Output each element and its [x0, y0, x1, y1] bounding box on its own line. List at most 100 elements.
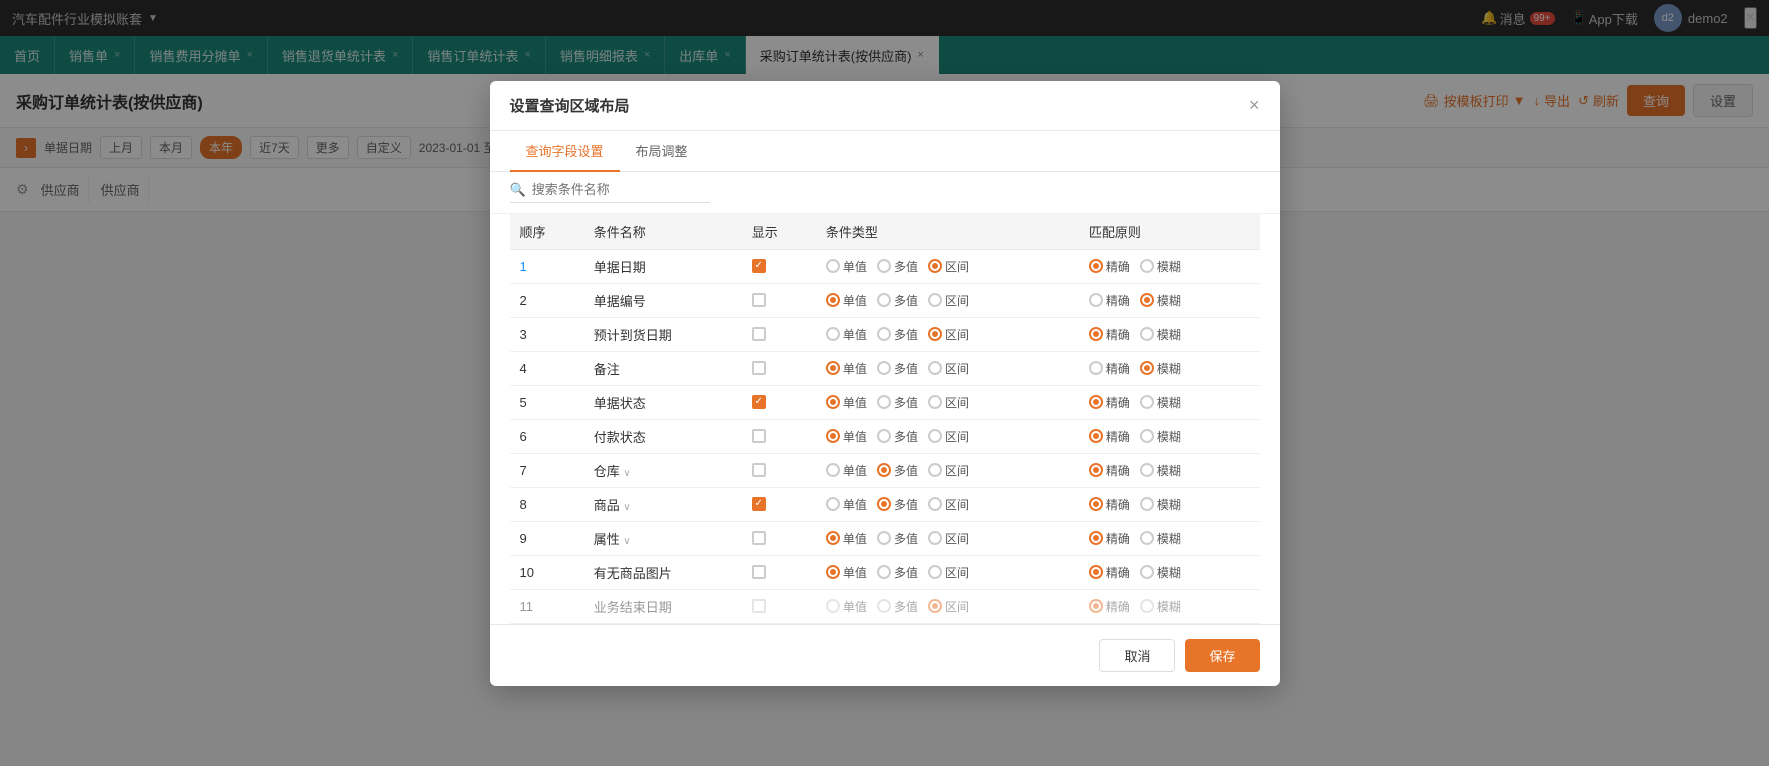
- match-radio-精确[interactable]: 精确: [1089, 360, 1130, 377]
- match-radio-精确[interactable]: 精确: [1089, 496, 1130, 513]
- row-match: 精确模糊: [1079, 521, 1260, 555]
- match-radio-精确[interactable]: 精确: [1089, 292, 1130, 309]
- display-checkbox[interactable]: [752, 259, 766, 273]
- th-display: 显示: [742, 214, 816, 250]
- type-radio-单值[interactable]: 单值: [826, 360, 867, 377]
- row-match: 精确模糊: [1079, 487, 1260, 521]
- type-radio-单值[interactable]: 单值: [826, 292, 867, 309]
- type-radio-多值[interactable]: 多值: [877, 598, 918, 615]
- type-radio-区间[interactable]: 区间: [928, 496, 969, 513]
- radio-circle: [877, 531, 891, 545]
- radio-circle: [1089, 531, 1103, 545]
- radio-circle: [1089, 361, 1103, 375]
- radio-circle: [1140, 497, 1154, 511]
- th-match: 匹配原则: [1079, 214, 1260, 250]
- match-radio-精确[interactable]: 精确: [1089, 564, 1130, 581]
- dialog-title: 设置查询区域布局: [510, 95, 630, 116]
- radio-circle: [1140, 361, 1154, 375]
- display-checkbox[interactable]: [752, 497, 766, 511]
- display-checkbox[interactable]: [752, 531, 766, 545]
- dropdown-arrow-icon: ∨: [623, 468, 630, 479]
- match-radio-模糊[interactable]: 模糊: [1140, 394, 1181, 411]
- type-radio-区间[interactable]: 区间: [928, 530, 969, 547]
- cancel-button[interactable]: 取消: [1099, 639, 1175, 672]
- type-radio-多值[interactable]: 多值: [877, 258, 918, 275]
- row-order: 11: [510, 589, 584, 623]
- table-header-row: 顺序 条件名称 显示 条件类型 匹配原则: [510, 214, 1260, 250]
- table-row: 8商品 ∨单值多值区间精确模糊: [510, 487, 1260, 521]
- match-radio-模糊[interactable]: 模糊: [1140, 530, 1181, 547]
- type-radio-单值[interactable]: 单值: [826, 394, 867, 411]
- type-radio-区间[interactable]: 区间: [928, 360, 969, 377]
- match-radio-模糊[interactable]: 模糊: [1140, 360, 1181, 377]
- match-radio-精确[interactable]: 精确: [1089, 530, 1130, 547]
- match-radio-精确[interactable]: 精确: [1089, 598, 1130, 615]
- match-radio-模糊[interactable]: 模糊: [1140, 462, 1181, 479]
- table-row: 4备注单值多值区间精确模糊: [510, 351, 1260, 385]
- type-radio-单值[interactable]: 单值: [826, 258, 867, 275]
- match-radio-模糊[interactable]: 模糊: [1140, 598, 1181, 615]
- match-radio-精确[interactable]: 精确: [1089, 326, 1130, 343]
- type-radio-多值[interactable]: 多值: [877, 496, 918, 513]
- match-radio-模糊[interactable]: 模糊: [1140, 564, 1181, 581]
- radio-circle: [826, 599, 840, 613]
- display-checkbox[interactable]: [752, 429, 766, 443]
- radio-circle: [1140, 327, 1154, 341]
- type-radio-单值[interactable]: 单值: [826, 598, 867, 615]
- type-radio-多值[interactable]: 多值: [877, 360, 918, 377]
- row-match: 精确模糊: [1079, 283, 1260, 317]
- radio-circle: [928, 259, 942, 273]
- display-checkbox[interactable]: [752, 463, 766, 477]
- type-radio-单值[interactable]: 单值: [826, 326, 867, 343]
- display-checkbox[interactable]: [752, 599, 766, 613]
- type-radio-区间[interactable]: 区间: [928, 326, 969, 343]
- display-checkbox[interactable]: [752, 293, 766, 307]
- type-radio-多值[interactable]: 多值: [877, 428, 918, 445]
- type-radio-区间[interactable]: 区间: [928, 462, 969, 479]
- radio-circle: [928, 531, 942, 545]
- type-radio-单值[interactable]: 单值: [826, 564, 867, 581]
- match-radio-模糊[interactable]: 模糊: [1140, 292, 1181, 309]
- type-radio-区间[interactable]: 区间: [928, 564, 969, 581]
- tab-layout-adjust[interactable]: 布局调整: [620, 131, 704, 172]
- match-radio-精确[interactable]: 精确: [1089, 428, 1130, 445]
- display-checkbox[interactable]: [752, 395, 766, 409]
- type-radio-区间[interactable]: 区间: [928, 258, 969, 275]
- radio-circle: [1089, 293, 1103, 307]
- radio-circle: [1089, 429, 1103, 443]
- type-radio-多值[interactable]: 多值: [877, 326, 918, 343]
- type-radio-单值[interactable]: 单值: [826, 428, 867, 445]
- row-display: [742, 351, 816, 385]
- display-checkbox[interactable]: [752, 327, 766, 341]
- type-radio-区间[interactable]: 区间: [928, 292, 969, 309]
- type-radio-单值[interactable]: 单值: [826, 496, 867, 513]
- match-radio-精确[interactable]: 精确: [1089, 394, 1130, 411]
- display-checkbox[interactable]: [752, 361, 766, 375]
- dialog-close-button[interactable]: ×: [1249, 96, 1260, 114]
- type-radio-多值[interactable]: 多值: [877, 564, 918, 581]
- match-radio-模糊[interactable]: 模糊: [1140, 258, 1181, 275]
- match-radio-模糊[interactable]: 模糊: [1140, 496, 1181, 513]
- type-radio-多值[interactable]: 多值: [877, 530, 918, 547]
- table-row: 9属性 ∨单值多值区间精确模糊: [510, 521, 1260, 555]
- row-match: 精确模糊: [1079, 385, 1260, 419]
- match-radio-精确[interactable]: 精确: [1089, 258, 1130, 275]
- display-checkbox[interactable]: [752, 565, 766, 579]
- type-radio-区间[interactable]: 区间: [928, 428, 969, 445]
- type-radio-多值[interactable]: 多值: [877, 462, 918, 479]
- type-radio-多值[interactable]: 多值: [877, 394, 918, 411]
- match-radio-模糊[interactable]: 模糊: [1140, 326, 1181, 343]
- type-radio-区间[interactable]: 区间: [928, 394, 969, 411]
- save-button[interactable]: 保存: [1185, 639, 1259, 672]
- radio-circle: [1140, 259, 1154, 273]
- tab-query-fields[interactable]: 查询字段设置: [510, 131, 620, 172]
- search-input[interactable]: [532, 182, 692, 197]
- type-radio-多值[interactable]: 多值: [877, 292, 918, 309]
- type-radio-单值[interactable]: 单值: [826, 530, 867, 547]
- type-radio-区间[interactable]: 区间: [928, 598, 969, 615]
- match-radio-模糊[interactable]: 模糊: [1140, 428, 1181, 445]
- type-radio-单值[interactable]: 单值: [826, 462, 867, 479]
- match-radio-精确[interactable]: 精确: [1089, 462, 1130, 479]
- radio-circle: [877, 293, 891, 307]
- row-type: 单值多值区间: [816, 521, 1079, 555]
